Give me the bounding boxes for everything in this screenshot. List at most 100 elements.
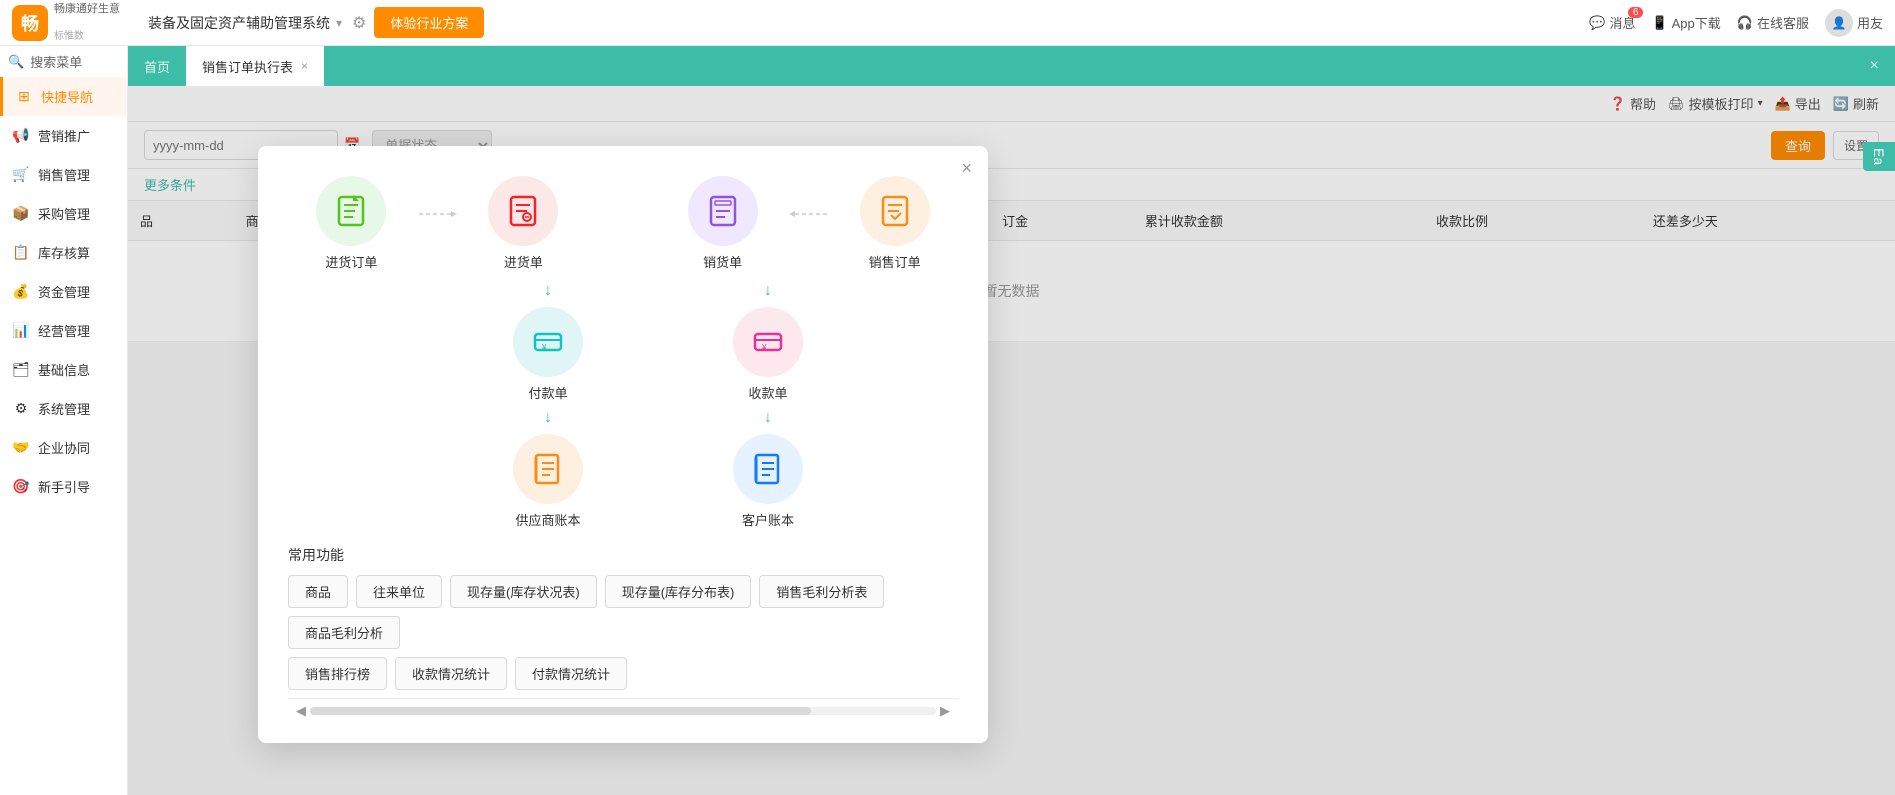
inventory-icon: 📋 (12, 244, 30, 262)
sales-order-label: 销售订单 (869, 252, 921, 271)
top-bar: 畅 畅康通好生意 标惟数 装备及固定资产辅助管理系统 ▾ ⚙ 体验行业方案 💬 … (0, 0, 1895, 46)
flow-row-1: 进货订单 (288, 176, 958, 271)
search-menu[interactable]: 🔍 搜索菜单 (0, 46, 127, 77)
avatar: 👤 (1825, 9, 1853, 37)
tab-home[interactable]: 首页 (128, 46, 186, 86)
arrow-2 (786, 208, 831, 240)
scroll-track[interactable] (310, 707, 936, 715)
sidebar-item-newbie[interactable]: 🎯 新手引导 (0, 467, 127, 506)
flow-node-purchase-bill[interactable]: 进货单 (460, 176, 587, 271)
func-btn-sales-profit[interactable]: 销售毛利分析表 (759, 575, 884, 608)
settings-icon[interactable]: ⚙ (352, 13, 366, 33)
scroll-left-icon[interactable]: ◀ (296, 703, 306, 719)
tab-sales-order[interactable]: 销售订单执行表 × (186, 46, 324, 86)
online-service-button[interactable]: 🎧 在线客服 (1737, 13, 1809, 32)
func-btn-payment-stats[interactable]: 付款情况统计 (515, 657, 627, 690)
sales-bill-label: 销货单 (703, 252, 742, 271)
func-btn-sales-rank[interactable]: 销售排行榜 (288, 657, 387, 690)
flow-chart: 进货订单 (288, 176, 958, 529)
collab-icon: 🤝 (12, 439, 30, 457)
message-icon: 💬 (1589, 15, 1605, 31)
purchase-bill-label: 进货单 (504, 252, 543, 271)
customer-ledger-icon (733, 434, 803, 504)
flow-node-receipt[interactable]: ¥ 收款单 (698, 307, 838, 402)
system-title: 装备及固定资产辅助管理系统 ▾ ⚙ (148, 13, 366, 33)
tab-close-icon[interactable]: × (301, 59, 308, 73)
content-area: 首页 销售订单执行表 × × ❓ 帮助 (128, 46, 1895, 795)
func-buttons-row1: 商品 往来单位 现存量(库存状况表) 现存量(库存分布表) 销售毛利分析表 商品… (288, 575, 958, 649)
modal: × 进货订单 (258, 146, 988, 743)
payment-label: 付款单 (528, 383, 567, 402)
func-btn-receipt-stats[interactable]: 收款情况统计 (395, 657, 507, 690)
message-button[interactable]: 💬 消息 6 (1589, 13, 1635, 32)
marketing-icon: 📢 (12, 127, 30, 145)
flow-node-payment[interactable]: ¥ 付款单 (478, 307, 618, 402)
purchase-bill-icon (488, 176, 558, 246)
flow-node-sales-bill[interactable]: 销货单 (659, 176, 786, 271)
sidebar: 🔍 搜索菜单 ⊞ 快捷导航 📢 营销推广 🛒 销售管理 📦 采购管理 📋 (0, 46, 128, 795)
purchase-order-icon (316, 176, 386, 246)
page-content: ❓ 帮助 🖨 按模板打印 ▾ 📤 导出 🔄 (128, 86, 1895, 795)
sidebar-item-collab[interactable]: 🤝 企业协同 (0, 428, 127, 467)
sidebar-item-operation[interactable]: 📊 经营管理 (0, 311, 127, 350)
flow-node-purchase-order[interactable]: 进货订单 (288, 176, 415, 271)
sidebar-item-basic-info[interactable]: 🗂 基础信息 (0, 350, 127, 389)
service-icon: 🎧 (1737, 15, 1753, 31)
purchase-icon: 📦 (12, 205, 30, 223)
sidebar-item-purchase[interactable]: 📦 采购管理 (0, 194, 127, 233)
basic-info-icon: 🗂 (12, 361, 30, 379)
main-area: 🔍 搜索菜单 ⊞ 快捷导航 📢 营销推广 🛒 销售管理 📦 采购管理 📋 (0, 46, 1895, 795)
side-tab-ea[interactable]: Ea (1863, 142, 1895, 171)
sidebar-item-sales[interactable]: 🛒 销售管理 (0, 155, 127, 194)
logo-icon: 畅 (12, 5, 48, 41)
flow-row-3: 供应商账本 客户账本 (288, 434, 958, 529)
app-download-button[interactable]: 📱 App下载 (1651, 13, 1720, 32)
modal-close-button[interactable]: × (961, 158, 972, 179)
common-funcs-title: 常用功能 (288, 545, 958, 565)
scroll-bar: ◀ ▶ (288, 698, 958, 723)
operation-icon: 📊 (12, 322, 30, 340)
arrow-down-4: ↓ (698, 410, 838, 426)
app-container: 畅 畅康通好生意 标惟数 装备及固定资产辅助管理系统 ▾ ⚙ 体验行业方案 💬 … (0, 0, 1895, 795)
user-menu[interactable]: 👤 用友 (1825, 9, 1883, 37)
arrow-down-3: ↓ (478, 410, 618, 426)
sales-icon: 🛒 (12, 166, 30, 184)
sidebar-item-inventory[interactable]: 📋 库存核算 (0, 233, 127, 272)
svg-text:¥: ¥ (761, 343, 767, 352)
top-right-area: 💬 消息 6 📱 App下载 🎧 在线客服 👤 用友 (1589, 9, 1883, 37)
func-btn-goods[interactable]: 商品 (288, 575, 348, 608)
arrow-1 (415, 208, 460, 240)
newbie-icon: 🎯 (12, 478, 30, 496)
content-area-close[interactable]: × (1854, 57, 1895, 75)
func-btn-stock-dist[interactable]: 现存量(库存分布表) (605, 575, 752, 608)
scroll-right-icon[interactable]: ▶ (940, 703, 950, 719)
sales-order-icon (860, 176, 930, 246)
receipt-label: 收款单 (748, 383, 787, 402)
dropdown-icon[interactable]: ▾ (336, 16, 342, 30)
arrow-down-1: ↓ (478, 283, 618, 299)
message-badge: 6 (1628, 7, 1644, 18)
experience-button[interactable]: 体验行业方案 (374, 7, 484, 38)
receipt-icon: ¥ (733, 307, 803, 377)
customer-ledger-label: 客户账本 (742, 510, 794, 529)
flow-row-arrows: ↓ ↓ (288, 279, 958, 303)
sidebar-item-finance[interactable]: 💰 资金管理 (0, 272, 127, 311)
func-btn-goods-profit[interactable]: 商品毛利分析 (288, 616, 400, 649)
tab-bar: 首页 销售订单执行表 × × (128, 46, 1895, 86)
flow-node-supplier-ledger[interactable]: 供应商账本 (478, 434, 618, 529)
system-icon: ⚙ (12, 400, 30, 418)
sidebar-item-marketing[interactable]: 📢 营销推广 (0, 116, 127, 155)
download-icon: 📱 (1651, 15, 1667, 31)
search-icon: 🔍 (8, 54, 24, 70)
supplier-ledger-label: 供应商账本 (515, 510, 580, 529)
supplier-ledger-icon (513, 434, 583, 504)
flow-node-customer-ledger[interactable]: 客户账本 (698, 434, 838, 529)
flow-node-sales-order[interactable]: 销售订单 (831, 176, 958, 271)
modal-overlay[interactable]: × 进货订单 (128, 86, 1895, 795)
quick-nav-icon: ⊞ (15, 88, 33, 106)
func-btn-stock-status[interactable]: 现存量(库存状况表) (450, 575, 597, 608)
func-btn-counterparty[interactable]: 往来单位 (356, 575, 442, 608)
sidebar-item-system[interactable]: ⚙ 系统管理 (0, 389, 127, 428)
sidebar-item-quick-nav[interactable]: ⊞ 快捷导航 (0, 77, 127, 116)
arrow-down-2: ↓ (698, 283, 838, 299)
